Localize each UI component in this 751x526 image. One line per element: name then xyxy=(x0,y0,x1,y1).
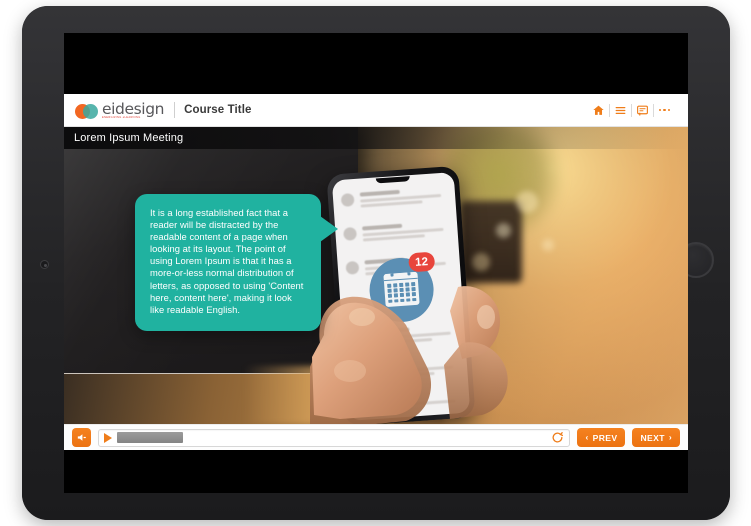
bokeh-light xyxy=(472,253,490,271)
list-item xyxy=(343,220,451,242)
phone-screen: 12 xyxy=(331,172,471,421)
tablet-device-frame: eidesign ENERGIZING eLEARNING Course Tit… xyxy=(22,6,730,520)
play-icon[interactable] xyxy=(104,432,112,443)
player-control-bar: ‹ PREV NEXT › xyxy=(64,424,688,450)
menu-icon[interactable] xyxy=(610,100,631,120)
avatar xyxy=(352,364,367,379)
list-item xyxy=(350,324,458,346)
seek-bar[interactable] xyxy=(98,428,571,447)
background-vase xyxy=(460,201,522,283)
avatar xyxy=(355,398,369,413)
notification-badge: 12 xyxy=(408,251,436,273)
list-item xyxy=(352,358,461,380)
calendar-notification: 12 xyxy=(367,251,436,325)
prev-button-label: PREV xyxy=(592,432,618,443)
bokeh-light xyxy=(542,239,554,251)
callout-bubble: It is a long established fact that a rea… xyxy=(135,194,338,331)
camera-dot-icon xyxy=(40,260,49,269)
logo-text: eidesign ENERGIZING eLEARNING xyxy=(102,99,165,120)
bokeh-light xyxy=(516,191,538,213)
slide-title: Lorem Ipsum Meeting xyxy=(74,132,184,144)
progress-fill xyxy=(117,432,184,443)
list-item xyxy=(340,186,449,208)
header-divider xyxy=(174,102,176,118)
smartphone: 12 xyxy=(326,165,476,424)
avatar xyxy=(343,226,357,241)
player-header: eidesign ENERGIZING eLEARNING Course Tit… xyxy=(64,94,688,127)
volume-icon[interactable] xyxy=(72,428,91,447)
logo-mark-icon xyxy=(75,103,98,119)
progress-track[interactable] xyxy=(117,432,546,443)
notes-icon[interactable] xyxy=(632,100,653,120)
logo-wordmark: eidesign xyxy=(102,99,165,118)
avatar xyxy=(340,193,355,207)
brand-logo[interactable]: eidesign ENERGIZING eLEARNING xyxy=(75,99,165,120)
more-options-icon[interactable] xyxy=(654,100,675,120)
avatar xyxy=(350,330,365,345)
slide-stage: 12 Lorem Ipsum Meeting It is a long esta… xyxy=(64,127,688,424)
replay-icon[interactable] xyxy=(550,430,565,445)
next-button[interactable]: NEXT › xyxy=(632,428,680,447)
chevron-right-icon: › xyxy=(668,432,672,443)
tablet-screen: eidesign ENERGIZING eLEARNING Course Tit… xyxy=(64,33,688,493)
course-player: eidesign ENERGIZING eLEARNING Course Tit… xyxy=(64,94,688,450)
logo-tagline: ENERGIZING eLEARNING xyxy=(102,115,141,119)
next-button-label: NEXT xyxy=(640,432,665,443)
list-item xyxy=(355,392,463,413)
bokeh-light xyxy=(496,223,511,238)
prev-button[interactable]: ‹ PREV xyxy=(577,428,626,447)
callout-tail xyxy=(320,216,338,242)
header-toolbar xyxy=(588,100,675,120)
avatar xyxy=(345,260,360,275)
home-icon[interactable] xyxy=(588,100,609,120)
phone-notch xyxy=(375,176,411,184)
callout-text: It is a long established fact that a rea… xyxy=(150,207,304,315)
logo-circle-teal-icon xyxy=(83,103,98,119)
calendar-icon xyxy=(383,271,420,308)
chevron-left-icon: ‹ xyxy=(585,432,589,443)
course-title: Course Title xyxy=(184,104,252,116)
slide-title-bar: Lorem Ipsum Meeting xyxy=(64,127,688,149)
